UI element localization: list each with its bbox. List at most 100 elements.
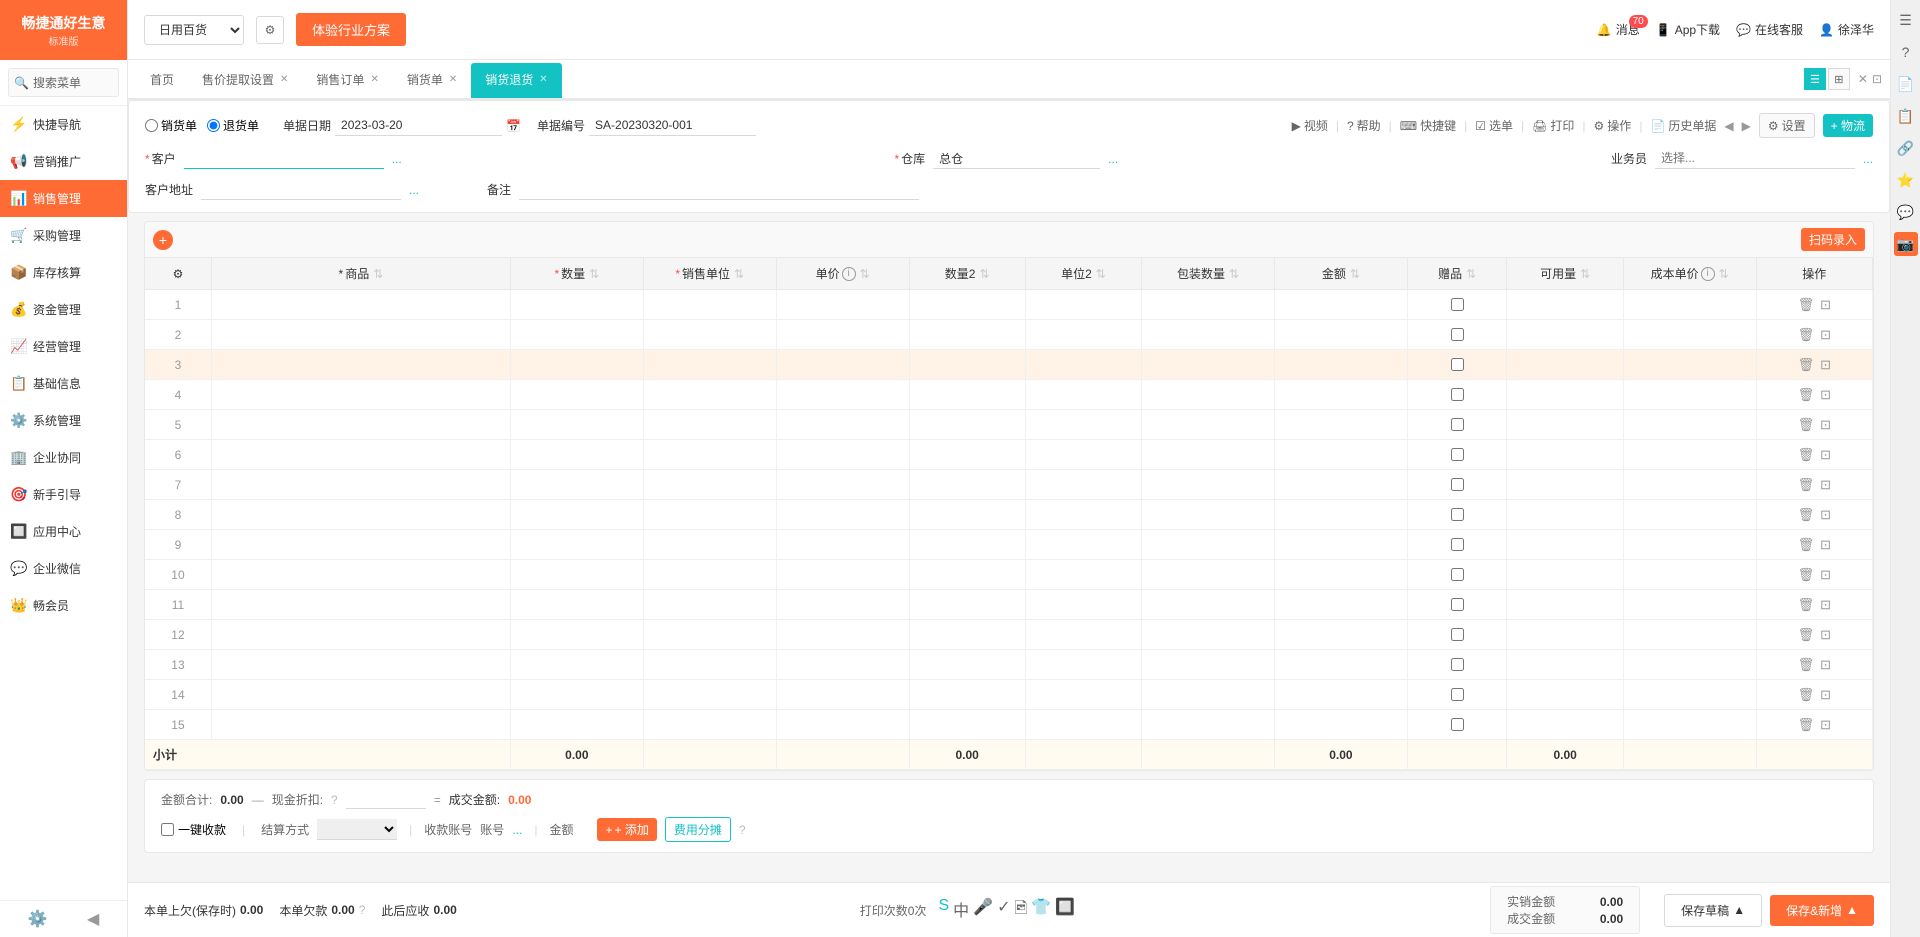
product-cell[interactable] (211, 380, 510, 410)
cell-5[interactable] (1142, 410, 1275, 440)
copy-row-btn[interactable]: ⊡ (1820, 687, 1831, 703)
cell-5[interactable] (1142, 620, 1275, 650)
delete-row-btn[interactable]: 🗑 (1798, 417, 1815, 433)
right-panel-icon-3[interactable]: 📄 (1894, 72, 1918, 96)
cell-3[interactable] (909, 500, 1025, 530)
product-cell[interactable] (211, 710, 510, 740)
gift-checkbox[interactable] (1451, 718, 1464, 731)
toolbar-icon-6[interactable]: 👕 (1031, 897, 1051, 924)
copy-row-btn[interactable]: ⊡ (1820, 447, 1831, 463)
available-cell[interactable] (1507, 320, 1623, 350)
cell-1[interactable] (643, 470, 776, 500)
cell-0[interactable] (510, 380, 643, 410)
sidebar-item-apps[interactable]: 🔲 应用中心 (0, 513, 127, 550)
cost-price-cell[interactable] (1623, 410, 1756, 440)
th-gift-sort[interactable]: ⇅ (1466, 267, 1476, 281)
help-btn[interactable]: ? 帮助 (1347, 117, 1381, 134)
experience-btn[interactable]: 体验行业方案 (296, 13, 406, 46)
th-unit-price-sort[interactable]: ⇅ (860, 267, 870, 281)
cell-3[interactable] (909, 320, 1025, 350)
sidebar-item-operations[interactable]: 📈 经营管理 (0, 328, 127, 365)
sidebar-item-system[interactable]: ⚙️ 系统管理 (0, 402, 127, 439)
product-cell[interactable] (211, 500, 510, 530)
sidebar-item-purchase[interactable]: 🛒 采购管理 (0, 217, 127, 254)
history-next-icon[interactable]: ▶ (1742, 119, 1751, 133)
cell-5[interactable] (1142, 290, 1275, 320)
add-row-btn[interactable]: + (153, 230, 173, 250)
delete-row-btn[interactable]: 🗑 (1798, 537, 1815, 553)
copy-row-btn[interactable]: ⊡ (1820, 387, 1831, 403)
cell-3[interactable] (909, 350, 1025, 380)
expense-help-icon[interactable]: ? (739, 823, 746, 837)
tab-price-setting[interactable]: 售价提取设置 ✕ (188, 63, 302, 98)
cell-2[interactable] (776, 410, 909, 440)
delete-row-btn[interactable]: 🗑 (1798, 627, 1815, 643)
copy-row-btn[interactable]: ⊡ (1820, 717, 1831, 733)
sidebar-item-enterprise[interactable]: 🏢 企业协同 (0, 439, 127, 476)
copy-row-btn[interactable]: ⊡ (1820, 297, 1831, 313)
customer-input[interactable] (184, 148, 384, 169)
unit-price-info-icon[interactable]: i (842, 267, 856, 281)
tab-sales[interactable]: 销货单 ✕ (393, 63, 471, 98)
cell-3[interactable] (909, 650, 1025, 680)
cost-price-cell[interactable] (1623, 560, 1756, 590)
cell-2[interactable] (776, 380, 909, 410)
cell-0[interactable] (510, 410, 643, 440)
cell-5[interactable] (1142, 470, 1275, 500)
delete-row-btn[interactable]: 🗑 (1798, 477, 1815, 493)
cost-price-cell[interactable] (1623, 710, 1756, 740)
cost-price-cell[interactable] (1623, 620, 1756, 650)
cell-2[interactable] (776, 620, 909, 650)
available-cell[interactable] (1507, 650, 1623, 680)
available-cell[interactable] (1507, 530, 1623, 560)
cell-4[interactable] (1025, 650, 1141, 680)
cell-0[interactable] (510, 470, 643, 500)
cell-3[interactable] (909, 560, 1025, 590)
delete-row-btn[interactable]: 🗑 (1798, 297, 1815, 313)
cost-price-cell[interactable] (1623, 470, 1756, 500)
cell-2[interactable] (776, 680, 909, 710)
toolbar-icon-2[interactable]: 中 (953, 897, 969, 924)
cost-price-cell[interactable] (1623, 680, 1756, 710)
cell-3[interactable] (909, 710, 1025, 740)
available-cell[interactable] (1507, 680, 1623, 710)
th-qty2-sort[interactable]: ⇅ (979, 267, 989, 281)
cost-price-info-icon[interactable]: i (1701, 267, 1715, 281)
sidebar-item-wechat[interactable]: 💬 企业微信 (0, 550, 127, 587)
cell-3[interactable] (909, 470, 1025, 500)
copy-row-btn[interactable]: ⊡ (1820, 567, 1831, 583)
gift-checkbox[interactable] (1451, 358, 1464, 371)
cell-4[interactable] (1025, 470, 1141, 500)
th-product-sort[interactable]: ⇅ (373, 267, 383, 281)
gift-checkbox[interactable] (1451, 448, 1464, 461)
single-debt-help[interactable]: ? (359, 903, 366, 917)
cell-6[interactable] (1274, 410, 1407, 440)
cost-price-cell[interactable] (1623, 530, 1756, 560)
cell-6[interactable] (1274, 620, 1407, 650)
radio-return-order[interactable]: 退货单 (207, 117, 259, 134)
cell-5[interactable] (1142, 680, 1275, 710)
cell-3[interactable] (909, 440, 1025, 470)
cell-2[interactable] (776, 560, 909, 590)
settlement-select[interactable] (317, 819, 397, 840)
cell-5[interactable] (1142, 500, 1275, 530)
gift-checkbox[interactable] (1451, 568, 1464, 581)
product-cell[interactable] (211, 410, 510, 440)
calendar-icon[interactable]: 📅 (506, 119, 521, 133)
cell-2[interactable] (776, 350, 909, 380)
gift-checkbox[interactable] (1451, 628, 1464, 641)
cell-5[interactable] (1142, 530, 1275, 560)
cost-price-cell[interactable] (1623, 440, 1756, 470)
gift-checkbox[interactable] (1451, 538, 1464, 551)
available-cell[interactable] (1507, 560, 1623, 590)
delete-row-btn[interactable]: 🗑 (1798, 447, 1815, 463)
cell-2[interactable] (776, 590, 909, 620)
cell-1[interactable] (643, 590, 776, 620)
warehouse-ellipsis-btn[interactable]: ... (1108, 152, 1118, 166)
copy-row-btn[interactable]: ⊡ (1820, 417, 1831, 433)
cell-2[interactable] (776, 710, 909, 740)
th-settings[interactable]: ⚙ (145, 258, 211, 290)
table-settings-icon[interactable]: ⚙ (173, 267, 184, 281)
cost-price-cell[interactable] (1623, 380, 1756, 410)
cell-6[interactable] (1274, 650, 1407, 680)
